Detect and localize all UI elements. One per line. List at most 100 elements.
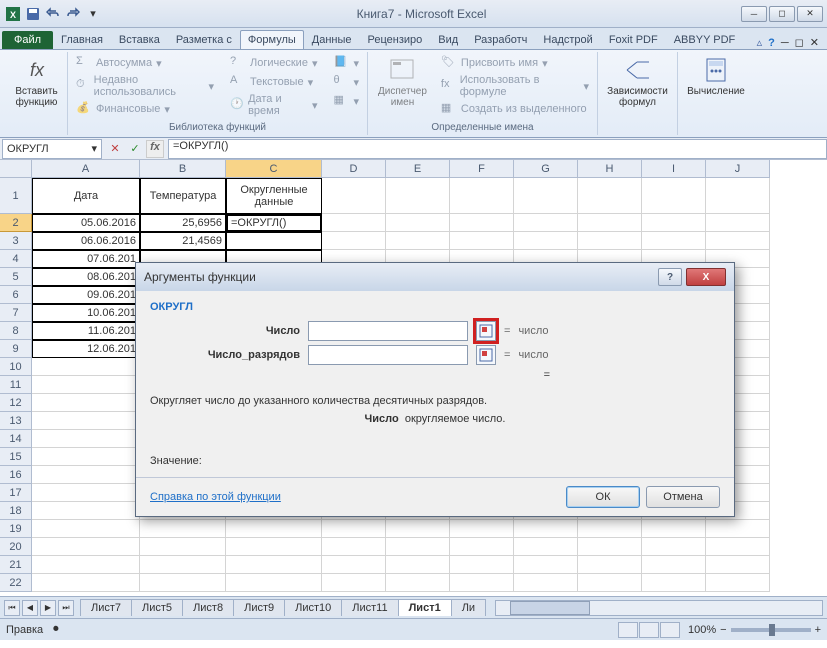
tab-formulas[interactable]: Формулы xyxy=(240,30,304,49)
tab-abbyy[interactable]: ABBYY PDF xyxy=(666,30,744,49)
more-func3-button[interactable]: ▦ ▾ xyxy=(331,92,361,110)
tab-foxit[interactable]: Foxit PDF xyxy=(601,30,666,49)
cell[interactable] xyxy=(386,178,450,214)
row-header[interactable]: 4 xyxy=(0,250,32,268)
view-normal-button[interactable] xyxy=(618,622,638,638)
cell[interactable] xyxy=(32,358,140,376)
qat-dropdown-icon[interactable]: ▾ xyxy=(84,5,102,23)
arg1-input[interactable] xyxy=(308,321,468,341)
tab-layout[interactable]: Разметка с xyxy=(168,30,240,49)
more-func2-button[interactable]: θ ▾ xyxy=(331,73,361,91)
cell[interactable]: 06.06.2016 xyxy=(32,232,140,250)
minimize-button[interactable]: ─ xyxy=(741,6,767,22)
cell[interactable] xyxy=(32,412,140,430)
cell[interactable] xyxy=(32,376,140,394)
sheet-tab[interactable]: Лист1 xyxy=(398,599,452,616)
cell[interactable] xyxy=(642,574,706,592)
cell[interactable] xyxy=(642,520,706,538)
cell[interactable] xyxy=(32,394,140,412)
cell[interactable] xyxy=(322,520,386,538)
cell[interactable]: 11.06.201 xyxy=(32,322,140,340)
cell[interactable] xyxy=(642,538,706,556)
sheet-tab[interactable]: Лист8 xyxy=(182,599,234,616)
row-header[interactable]: 16 xyxy=(0,466,32,484)
cell[interactable] xyxy=(578,232,642,250)
insert-function-button[interactable]: fx Вставить функцию xyxy=(11,54,61,110)
formula-input[interactable]: =ОКРУГЛ() xyxy=(168,139,827,159)
sheet-tab[interactable]: Лист9 xyxy=(233,599,285,616)
cell[interactable] xyxy=(578,178,642,214)
collapse-ribbon-icon[interactable]: ▵ xyxy=(757,36,763,49)
row-header[interactable]: 15 xyxy=(0,448,32,466)
assign-name-button[interactable]: 🏷Присвоить имя ▾ xyxy=(439,54,591,72)
function-help-link[interactable]: Справка по этой функции xyxy=(150,491,281,503)
doc-minimize-icon[interactable]: ─ xyxy=(781,37,789,49)
cell[interactable] xyxy=(322,538,386,556)
column-header[interactable]: H xyxy=(578,160,642,178)
maximize-button[interactable]: ◻ xyxy=(769,6,795,22)
cell[interactable] xyxy=(706,232,770,250)
cell[interactable] xyxy=(450,520,514,538)
cell[interactable] xyxy=(450,556,514,574)
cell[interactable] xyxy=(322,574,386,592)
row-header[interactable]: 12 xyxy=(0,394,32,412)
cell[interactable] xyxy=(514,556,578,574)
row-header[interactable]: 18 xyxy=(0,502,32,520)
autosum-button[interactable]: ΣАвтосумма ▾ xyxy=(74,54,216,72)
row-header[interactable]: 11 xyxy=(0,376,32,394)
cell[interactable] xyxy=(140,538,226,556)
cell[interactable] xyxy=(140,556,226,574)
cell[interactable] xyxy=(642,214,706,232)
tab-home[interactable]: Главная xyxy=(53,30,111,49)
cell[interactable] xyxy=(450,574,514,592)
doc-restore-icon[interactable]: ◻ xyxy=(795,36,804,49)
cell[interactable]: 12.06.201 xyxy=(32,340,140,358)
cell[interactable] xyxy=(514,520,578,538)
tab-data[interactable]: Данные xyxy=(304,30,360,49)
sheet-tab[interactable]: Лист10 xyxy=(284,599,342,616)
column-header[interactable]: B xyxy=(140,160,226,178)
sheet-tab[interactable]: Ли xyxy=(451,599,486,616)
row-header[interactable]: 3 xyxy=(0,232,32,250)
cell[interactable] xyxy=(450,232,514,250)
sheet-tab[interactable]: Лист5 xyxy=(131,599,183,616)
column-header[interactable]: I xyxy=(642,160,706,178)
cell[interactable] xyxy=(386,214,450,232)
cell[interactable] xyxy=(226,520,322,538)
datetime-button[interactable]: 🕐Дата и время ▾ xyxy=(228,92,319,118)
sheet-tab[interactable]: Лист11 xyxy=(341,599,398,616)
cell[interactable] xyxy=(32,574,140,592)
cell[interactable]: 05.06.2016 xyxy=(32,214,140,232)
zoom-out-button[interactable]: − xyxy=(720,624,726,636)
column-header[interactable]: F xyxy=(450,160,514,178)
row-header[interactable]: 22 xyxy=(0,574,32,592)
cell[interactable] xyxy=(32,484,140,502)
horizontal-scrollbar[interactable] xyxy=(495,600,823,616)
cell[interactable]: Дата xyxy=(32,178,140,214)
use-in-formula-button[interactable]: fxИспользовать в формуле ▾ xyxy=(439,73,591,99)
row-header[interactable]: 21 xyxy=(0,556,32,574)
sheet-nav-prev[interactable]: ◀ xyxy=(22,600,38,616)
cell[interactable] xyxy=(386,556,450,574)
cell[interactable] xyxy=(140,520,226,538)
row-header[interactable]: 1 xyxy=(0,178,32,214)
zoom-level[interactable]: 100% xyxy=(688,624,716,636)
save-icon[interactable] xyxy=(24,5,42,23)
tab-developer[interactable]: Разработч xyxy=(466,30,535,49)
cell[interactable] xyxy=(32,556,140,574)
cell[interactable] xyxy=(706,538,770,556)
cell[interactable] xyxy=(386,232,450,250)
sheet-tab[interactable]: Лист7 xyxy=(80,599,132,616)
macro-record-icon[interactable]: ⏺ xyxy=(53,623,59,636)
cell[interactable] xyxy=(32,502,140,520)
cell[interactable] xyxy=(32,520,140,538)
logical-button[interactable]: ?Логические ▾ xyxy=(228,54,319,72)
row-header[interactable]: 17 xyxy=(0,484,32,502)
row-header[interactable]: 10 xyxy=(0,358,32,376)
column-header[interactable]: A xyxy=(32,160,140,178)
cell[interactable] xyxy=(32,430,140,448)
undo-icon[interactable] xyxy=(44,5,62,23)
cell[interactable] xyxy=(514,232,578,250)
tab-view[interactable]: Вид xyxy=(430,30,466,49)
cell[interactable] xyxy=(514,574,578,592)
